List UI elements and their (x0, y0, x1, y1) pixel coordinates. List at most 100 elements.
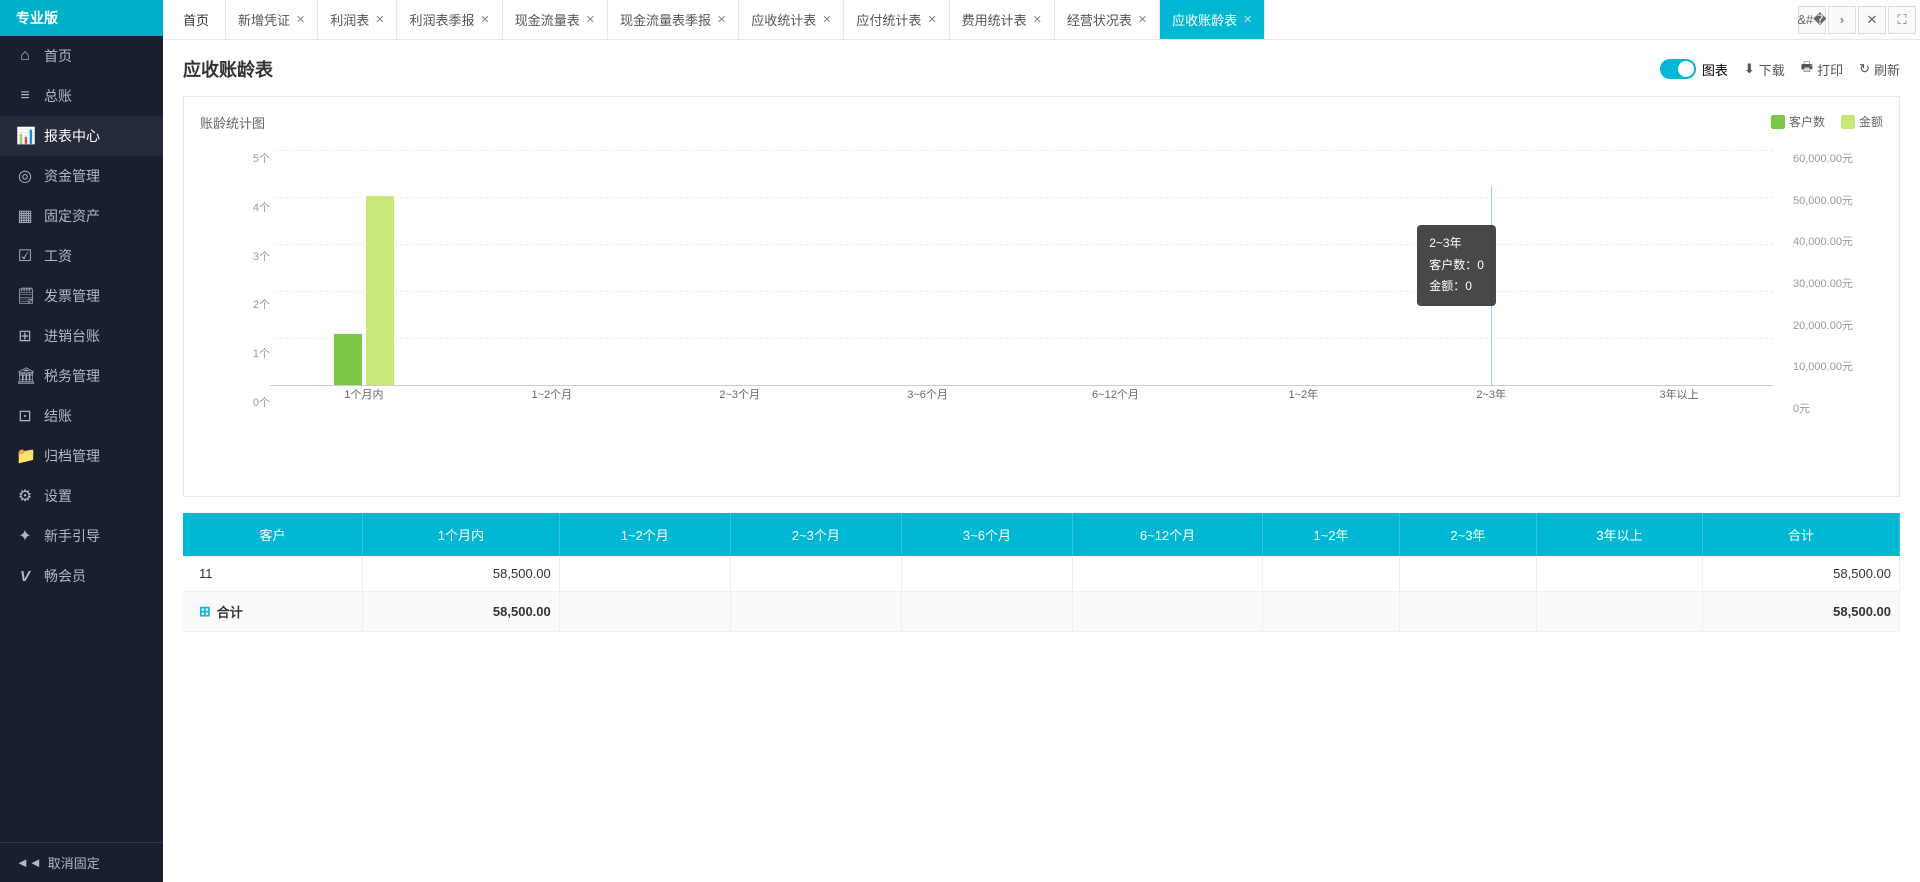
refresh-button[interactable]: ↻ 刷新 (1859, 60, 1900, 79)
col-m1: 1个月内 (362, 513, 559, 556)
tab-profit[interactable]: 利润表 ✕ (318, 0, 397, 39)
sidebar-item-tax[interactable]: 🏛 税务管理 (0, 356, 163, 396)
col-customer: 客户 (183, 513, 362, 556)
col-m23: 2~3个月 (730, 513, 901, 556)
col-m12: 1~2个月 (559, 513, 730, 556)
content-area: 应收账龄表 图表 ⬇ 下载 🖶 打印 ↻ (163, 40, 1920, 882)
table-row: 11 58,500.00 58,500.00 (183, 556, 1900, 592)
x-label: 1个月内 (270, 386, 458, 410)
tooltip-line (1491, 186, 1492, 386)
sidebar: 专业版 ⌂ 首页 ≡ 总账 📊 报表中心 ◎ 资金管理 ▦ 固定资产 ☑ 工资 … (0, 0, 163, 882)
close-icon[interactable]: ✕ (586, 13, 595, 26)
chart-tooltip: 2~3年 客户数：0 金额：0 (1417, 225, 1496, 306)
sidebar-item-home[interactable]: ⌂ 首页 (0, 36, 163, 76)
print-button[interactable]: 🖶 打印 (1801, 58, 1843, 80)
salary-icon: ☑ (16, 246, 34, 266)
sidebar-item-assets[interactable]: ▦ 固定资产 (0, 196, 163, 236)
tab-profit-quarter[interactable]: 利润表季报 ✕ (397, 0, 502, 39)
guide-icon: ✦ (16, 526, 34, 546)
close-icon[interactable]: ✕ (375, 13, 384, 26)
cell-m1: 58,500.00 (362, 556, 559, 592)
tab-ar-aging[interactable]: 应收账龄表 ✕ (1160, 0, 1265, 39)
tab-cashflow[interactable]: 现金流量表 ✕ (503, 0, 608, 39)
close-icon[interactable]: ✕ (481, 13, 490, 26)
tooltip-customer: 客户数：0 (1429, 255, 1484, 277)
tab-cashflow-quarter[interactable]: 现金流量表季报 ✕ (608, 0, 739, 39)
close-icon[interactable]: ✕ (822, 13, 831, 26)
summary-row: ⊞ 合计 58,500.00 58,500.00 (183, 592, 1900, 632)
tab-ar-stat[interactable]: 应收统计表 ✕ (739, 0, 844, 39)
legend-amount-dot (1841, 115, 1855, 129)
sidebar-item-salary[interactable]: ☑ 工资 (0, 236, 163, 276)
funds-icon: ◎ (16, 166, 34, 186)
tab-prev-button[interactable]: &#� (1798, 6, 1826, 34)
cell-m23 (730, 556, 901, 592)
y-right-label: 10,000.00元 (1793, 358, 1853, 374)
sidebar-item-archive[interactable]: 📁 归档管理 (0, 436, 163, 476)
legend-customer-dot (1771, 115, 1785, 129)
unpin-button[interactable]: ◄◄ 取消固定 (0, 842, 163, 882)
x-label: 6~12个月 (1022, 386, 1210, 410)
sidebar-item-settings[interactable]: ⚙ 设置 (0, 476, 163, 516)
tab-close-all-button[interactable]: ✕ (1858, 6, 1886, 34)
refresh-label: 刷新 (1874, 60, 1900, 79)
download-button[interactable]: ⬇ 下载 (1744, 60, 1785, 79)
sidebar-item-funds[interactable]: ◎ 资金管理 (0, 156, 163, 196)
x-label: 3~6个月 (834, 386, 1022, 410)
summary-m23 (730, 592, 901, 632)
unpin-icon: ◄◄ (16, 855, 42, 870)
chart-toggle[interactable]: 图表 (1660, 59, 1728, 79)
close-icon[interactable]: ✕ (296, 13, 305, 26)
close-icon[interactable]: ✕ (927, 13, 936, 26)
sidebar-item-closing[interactable]: ⊡ 结账 (0, 396, 163, 436)
tab-expense-stat[interactable]: 费用统计表 ✕ (950, 0, 1055, 39)
sidebar-item-inventory[interactable]: ⊞ 进销台账 (0, 316, 163, 356)
sidebar-item-reports[interactable]: 📊 报表中心 (0, 116, 163, 156)
print-label: 打印 (1817, 60, 1843, 79)
report-table: 客户 1个月内 1~2个月 2~3个月 3~6个月 6~12个月 1~2年 2~… (183, 513, 1900, 632)
tab-biz-status[interactable]: 经营状况表 ✕ (1055, 0, 1160, 39)
sidebar-item-label: 新手引导 (44, 526, 100, 546)
download-icon: ⬇ (1744, 61, 1755, 77)
sidebar-item-invoice[interactable]: 🗒 发票管理 (0, 276, 163, 316)
sidebar-item-guide[interactable]: ✦ 新手引导 (0, 516, 163, 556)
y-right-label: 50,000.00元 (1793, 192, 1853, 208)
tab-next-button[interactable]: › (1828, 6, 1856, 34)
chart-title: 账龄统计图 (200, 113, 1883, 132)
tab-voucher[interactable]: 新增凭证 ✕ (226, 0, 318, 39)
close-icon[interactable]: ✕ (717, 13, 726, 26)
toggle-switch-control[interactable] (1660, 59, 1696, 79)
vip-icon: V (16, 568, 34, 585)
tab-cashflow-label: 现金流量表 (515, 10, 580, 29)
tab-profit-quarter-label: 利润表季报 (409, 10, 474, 29)
sidebar-item-ledger[interactable]: ≡ 总账 (0, 76, 163, 116)
chart-wrapper: 5个 4个 3个 2个 1个 0个 (200, 140, 1883, 480)
legend-amount: 金额 (1841, 113, 1883, 130)
close-icon[interactable]: ✕ (1243, 13, 1252, 26)
close-icon[interactable]: ✕ (1138, 13, 1147, 26)
legend-amount-label: 金额 (1859, 113, 1883, 130)
sidebar-item-label: 资金管理 (44, 166, 100, 186)
tab-ap-stat[interactable]: 应付统计表 ✕ (844, 0, 949, 39)
sidebar-item-label: 结账 (44, 406, 72, 426)
tab-expense-stat-label: 费用统计表 (962, 10, 1027, 29)
page-container: 应收账龄表 图表 ⬇ 下载 🖶 打印 ↻ (163, 40, 1920, 882)
tab-fullscreen-button[interactable]: ⛶ (1888, 6, 1916, 34)
y-label: 3个 (253, 248, 270, 264)
tab-home[interactable]: 首页 (167, 0, 226, 39)
archive-icon: 📁 (16, 446, 34, 466)
cell-y12 (1263, 556, 1400, 592)
assets-icon: ▦ (16, 206, 34, 226)
y-axis-right: 60,000.00元 50,000.00元 40,000.00元 30,000.… (1793, 150, 1883, 416)
sidebar-item-vip[interactable]: V 畅会员 (0, 556, 163, 596)
bar-amount-1month (366, 196, 394, 386)
sidebar-item-label: 进销台账 (44, 326, 100, 346)
toggle-label: 图表 (1702, 60, 1728, 79)
close-icon[interactable]: ✕ (1033, 13, 1042, 26)
y-label: 2个 (253, 296, 270, 312)
y-right-label: 60,000.00元 (1793, 150, 1853, 166)
cell-y3plus (1536, 556, 1702, 592)
y-label: 5个 (253, 150, 270, 166)
x-label: 2~3年 (1397, 386, 1585, 410)
cell-m12 (559, 556, 730, 592)
